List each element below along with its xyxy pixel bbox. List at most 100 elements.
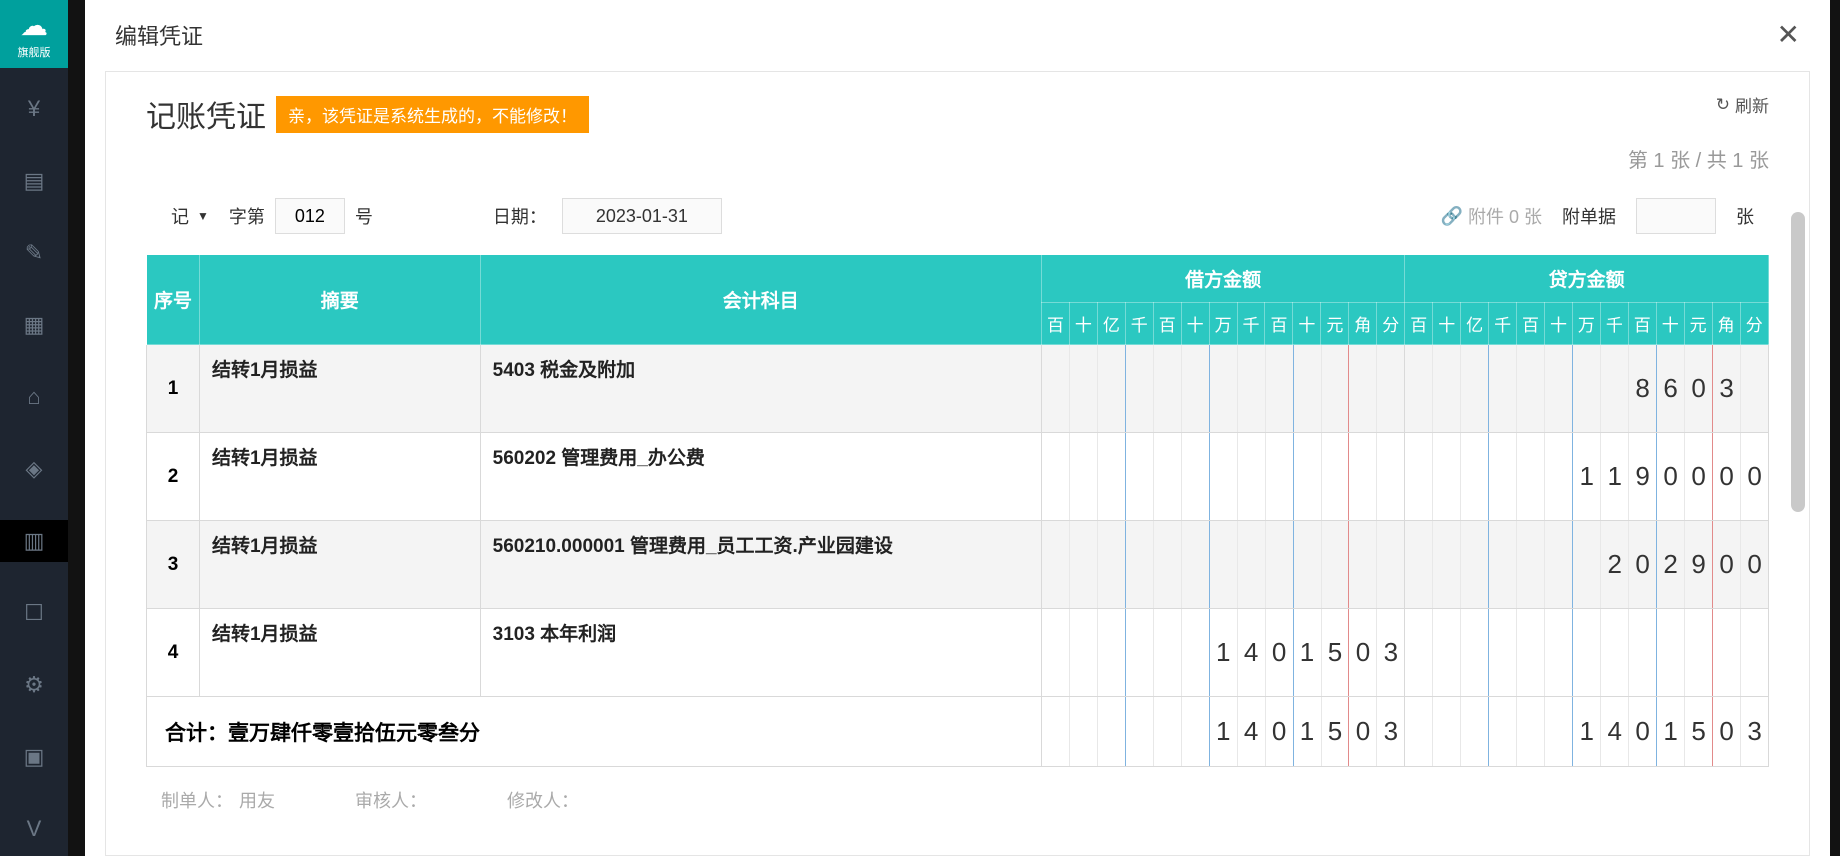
digit-cell	[1461, 521, 1489, 608]
summary-cell[interactable]: 结转1月损益	[199, 521, 480, 609]
chevron-down-icon: ▼	[197, 209, 209, 223]
table-row: 2结转1月损益560202 管理费用_办公费1190000	[147, 433, 1769, 521]
amount-cell[interactable]	[1041, 345, 1404, 433]
digit-cell: 1	[1210, 697, 1238, 766]
nav-settings-icon[interactable]: ⚙	[0, 664, 68, 706]
digit-cell	[1042, 609, 1070, 696]
digit-cell	[1126, 433, 1154, 520]
digit-cell	[1517, 609, 1545, 696]
date-input[interactable]	[562, 198, 722, 234]
digit-cell	[1377, 345, 1404, 432]
nav-report-icon[interactable]: ☐	[0, 592, 68, 634]
amount-cell[interactable]: 202900	[1405, 521, 1769, 609]
digit-cell	[1098, 697, 1126, 766]
digit-cell	[1182, 697, 1210, 766]
nav-calc-icon[interactable]: ▦	[0, 304, 68, 346]
attachment-link[interactable]: 🔗 附件 0 张	[1441, 203, 1542, 229]
nav-voucher-icon[interactable]: ▥	[0, 520, 68, 562]
digit-cell: 1	[1601, 433, 1629, 520]
meta-row: 记 ▼ 字第 号 日期： 🔗 附件 0 张 附单据	[146, 198, 1769, 254]
total-row: 合计：壹万肆仟零壹拾伍元零叁分14015031401503	[147, 697, 1769, 767]
unit-header: 分	[1377, 303, 1405, 345]
nav-v-icon[interactable]: V	[0, 808, 68, 850]
nav-home-icon[interactable]: ⌂	[0, 376, 68, 418]
digit-cell	[1322, 521, 1350, 608]
digit-cell	[1433, 609, 1461, 696]
digit-cell	[1266, 345, 1294, 432]
digit-cell: 0	[1685, 433, 1713, 520]
record-type-label: 记	[171, 203, 189, 229]
table-row: 3结转1月损益560210.000001 管理费用_员工工资.产业园建设 2029…	[147, 521, 1769, 609]
account-cell[interactable]: 560202 管理费用_办公费	[480, 433, 1041, 521]
amount-cell[interactable]: 1401503	[1405, 697, 1769, 767]
attach-sheet-input[interactable]	[1636, 198, 1716, 234]
unit-header: 十	[1293, 303, 1321, 345]
pager: 第 1 张 / 共 1 张	[146, 144, 1769, 173]
digit-cell: 9	[1629, 433, 1657, 520]
digit-cell	[1349, 433, 1377, 520]
auditor: 审核人：	[355, 787, 427, 813]
unit-header: 千	[1125, 303, 1153, 345]
digit-cell: 4	[1238, 609, 1266, 696]
modifier: 修改人：	[507, 787, 579, 813]
unit-header: 百	[1153, 303, 1181, 345]
nav-currency-icon[interactable]: ¥	[0, 88, 68, 130]
digit-cell	[1713, 609, 1741, 696]
scrollbar[interactable]	[1791, 212, 1805, 512]
digit-cell	[1126, 609, 1154, 696]
digit-cell	[1741, 345, 1768, 432]
amount-cell[interactable]	[1405, 609, 1769, 697]
nav-video-icon[interactable]: ▣	[0, 736, 68, 778]
digit-cell	[1433, 521, 1461, 608]
unit-header: 十	[1069, 303, 1097, 345]
summary-cell[interactable]: 结转1月损益	[199, 345, 480, 433]
content-wrap: 记账凭证 亲，该凭证是系统生成的，不能修改！ ↻ 刷新 第 1 张 / 共 1 …	[105, 71, 1810, 856]
amount-cell[interactable]: 1190000	[1405, 433, 1769, 521]
digit-cell	[1573, 609, 1601, 696]
unit-header: 元	[1321, 303, 1349, 345]
refresh-button[interactable]: ↻ 刷新	[1716, 92, 1769, 117]
modifier-label: 修改人：	[507, 791, 579, 811]
digit-cell: 1	[1294, 609, 1322, 696]
logo: ☁ 旗舰版	[0, 0, 68, 68]
creator: 制单人：用友	[161, 787, 275, 813]
digit-cell: 1	[1573, 697, 1601, 766]
digit-cell	[1461, 345, 1489, 432]
digit-cell: 1	[1657, 697, 1685, 766]
digit-cell	[1070, 433, 1098, 520]
voucher-no-input[interactable]	[275, 198, 345, 234]
digit-cell: 0	[1629, 521, 1657, 608]
summary-cell[interactable]: 结转1月损益	[199, 433, 480, 521]
digit-cell	[1182, 433, 1210, 520]
amount-cell[interactable]: 8603	[1405, 345, 1769, 433]
amount-cell[interactable]: 1401503	[1041, 609, 1404, 697]
digit-cell: 2	[1601, 521, 1629, 608]
amount-cell[interactable]: 1401503	[1041, 697, 1404, 767]
seq-cell: 1	[147, 345, 200, 433]
amount-cell[interactable]	[1041, 521, 1404, 609]
account-cell[interactable]: 5403 税金及附加	[480, 345, 1041, 433]
amount-cell[interactable]	[1041, 433, 1404, 521]
close-icon[interactable]: ✕	[1777, 18, 1800, 51]
digit-cell	[1349, 345, 1377, 432]
record-type-select[interactable]: 记 ▼	[161, 199, 219, 233]
digit-cell: 0	[1713, 697, 1741, 766]
account-cell[interactable]: 3103 本年利润	[480, 609, 1041, 697]
digit-cell: 0	[1713, 521, 1741, 608]
table-row: 4 结转1月损益3103 本年利润1401503	[147, 609, 1769, 697]
unit-header: 千	[1237, 303, 1265, 345]
summary-cell[interactable]: 结转1月损益	[199, 609, 480, 697]
col-credit: 贷方金额	[1405, 255, 1769, 303]
digit-cell	[1377, 433, 1404, 520]
nav-chart-icon[interactable]: ✎	[0, 232, 68, 274]
modal: 编辑凭证 ✕ 记账凭证 亲，该凭证是系统生成的，不能修改！ ↻ 刷新 第 1 张…	[85, 0, 1830, 856]
col-account: 会计科目	[480, 255, 1041, 345]
digit-cell	[1489, 433, 1517, 520]
digit-cell	[1685, 609, 1713, 696]
seq-cell: 3	[147, 521, 200, 609]
unit-header: 角	[1712, 303, 1740, 345]
nav-invoice-icon[interactable]: ◈	[0, 448, 68, 490]
nav-building-icon[interactable]: ▤	[0, 160, 68, 202]
cloud-upload-icon: ☁	[20, 9, 48, 42]
account-cell[interactable]: 560210.000001 管理费用_员工工资.产业园建设	[480, 521, 1041, 609]
